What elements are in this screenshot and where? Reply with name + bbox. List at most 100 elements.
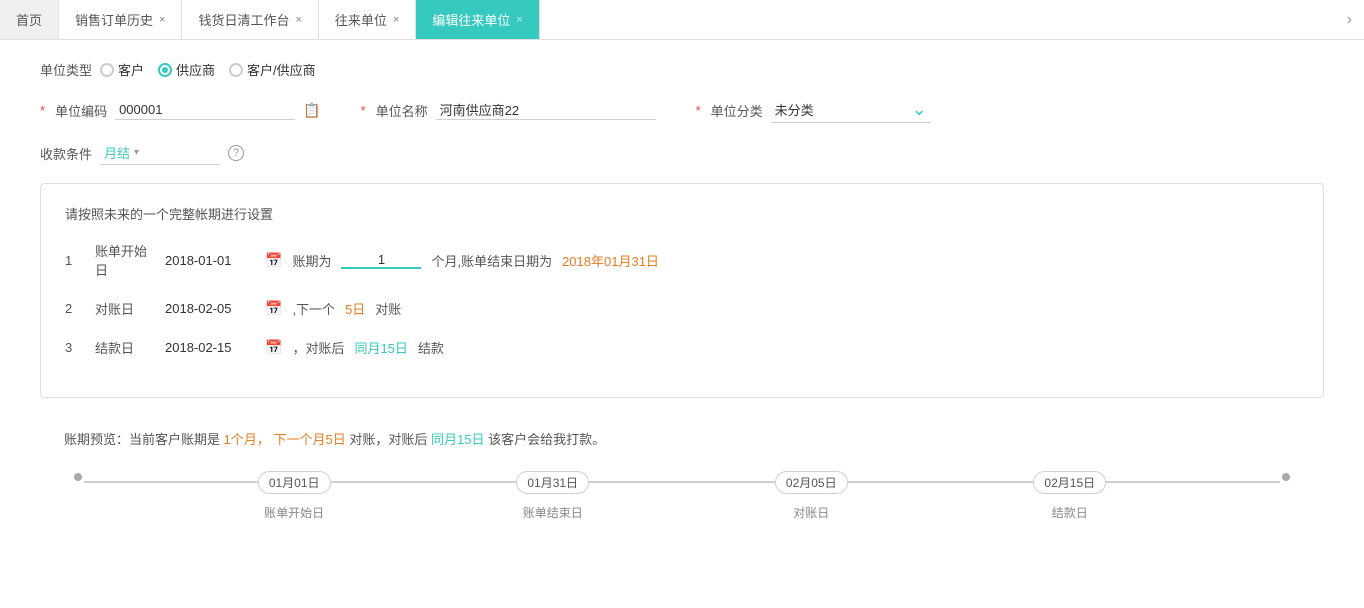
period-num-3: 3: [65, 340, 85, 355]
period-num-2: 2: [65, 301, 85, 316]
tab-sales-history-label: 销售订单历史: [75, 10, 153, 29]
tab-units-label: 往来单位: [335, 10, 387, 29]
end-dot: [1282, 473, 1290, 481]
period-highlight-3: 同月15日: [354, 338, 407, 357]
required-mark-2: *: [361, 103, 366, 118]
radio-both-circle: [229, 63, 243, 77]
calendar-icon-3[interactable]: 📅: [265, 339, 282, 356]
close-icon[interactable]: ×: [295, 14, 301, 26]
period-desc-2a: ,下一个: [292, 299, 335, 318]
unit-code-input[interactable]: [115, 100, 295, 120]
unit-type-label: 单位类型: [40, 60, 92, 79]
unit-type-row: 单位类型 客户 供应商 客户/供应商: [40, 60, 1324, 79]
unit-name-input[interactable]: [436, 100, 656, 120]
payment-select[interactable]: 月结 ▾: [100, 141, 220, 165]
period-row-2: 2 对账日 2018-02-05 📅 ,下一个 5日 对账: [65, 299, 1299, 318]
timeline-point-1: 01月01日 账单开始日: [258, 471, 331, 521]
timeline-point-2: 01月31日 账单结束日: [516, 471, 589, 521]
radio-customer-label: 客户: [118, 60, 144, 79]
radio-both[interactable]: 客户/供应商: [229, 60, 316, 79]
timeline-label-2: 账单结束日: [523, 504, 583, 521]
period-field-1: 账单开始日: [95, 241, 155, 279]
period-date-1: 2018-01-01: [165, 253, 255, 268]
calendar-icon-1[interactable]: 📅: [265, 252, 282, 269]
radio-customer-circle: [100, 63, 114, 77]
tab-home[interactable]: 首页: [0, 0, 59, 39]
preview-text: 账期预览：当前客户账期是 1个月， 下一个月5日 对账，对账后 同月15日 该客…: [64, 428, 1300, 451]
unit-classify-value: 未分类: [775, 100, 906, 119]
preview-part1: 1个月，: [224, 432, 270, 447]
preview-section: 账期预览：当前客户账期是 1个月， 下一个月5日 对账，对账后 同月15日 该客…: [40, 414, 1324, 535]
period-highlight-2: 5日: [345, 299, 365, 318]
timeline-date-3: 02月05日: [775, 471, 848, 494]
unit-code-group: * 单位编码 📋: [40, 100, 321, 120]
copy-icon[interactable]: 📋: [303, 102, 320, 119]
chevron-down-icon-2: ▾: [134, 147, 139, 158]
chevron-down-icon: ⌄: [912, 99, 927, 120]
tab-sales-history[interactable]: 销售订单历史 ×: [59, 0, 182, 39]
close-icon[interactable]: ×: [516, 14, 522, 26]
period-desc-3b: 结款: [418, 338, 444, 357]
month-input[interactable]: [341, 252, 421, 269]
timeline-end-dot: [1282, 471, 1290, 481]
period-box: 请按照未来的一个完整帐期进行设置 1 账单开始日 2018-01-01 📅 账期…: [40, 183, 1324, 398]
required-mark-3: *: [696, 103, 701, 118]
tab-cash-work[interactable]: 钱货日清工作台 ×: [182, 0, 318, 39]
timeline-label-3: 对账日: [793, 504, 829, 521]
tab-home-label: 首页: [16, 10, 42, 29]
payment-value: 月结: [104, 143, 130, 162]
period-date-2: 2018-02-05: [165, 301, 255, 316]
timeline: 01月01日 账单开始日 01月31日 账单结束日 02月05日 对账日 02月…: [64, 471, 1300, 521]
period-title: 请按照未来的一个完整帐期进行设置: [65, 204, 1299, 223]
unit-classify-select[interactable]: 未分类 ⌄: [771, 97, 931, 123]
timeline-date-2: 01月31日: [516, 471, 589, 494]
radio-group: 客户 供应商 客户/供应商: [100, 60, 316, 79]
radio-supplier-label: 供应商: [176, 60, 215, 79]
tab-expand-button[interactable]: ›: [1335, 11, 1364, 29]
unit-classify-group: * 单位分类 未分类 ⌄: [696, 97, 931, 123]
close-icon[interactable]: ×: [159, 14, 165, 26]
help-icon[interactable]: ?: [228, 145, 244, 161]
timeline-point-4: 02月15日 结款日: [1033, 471, 1106, 521]
period-date-3: 2018-02-15: [165, 340, 255, 355]
period-highlight-1: 2018年01月31日: [562, 251, 659, 270]
preview-part5: 该客户会给我打款。: [488, 432, 605, 447]
period-desc-3a: ，对账后: [292, 338, 344, 357]
tab-cash-work-label: 钱货日清工作台: [198, 10, 289, 29]
calendar-icon-2[interactable]: 📅: [265, 300, 282, 317]
timeline-start-dot: [74, 471, 82, 481]
main-content: 单位类型 客户 供应商 客户/供应商 * 单位编码: [0, 40, 1364, 608]
period-num-1: 1: [65, 253, 85, 268]
period-row-1: 1 账单开始日 2018-01-01 📅 账期为 个月,账单结束日期为 2018…: [65, 241, 1299, 279]
unit-code-label: 单位编码: [55, 101, 107, 120]
tab-edit-units-label: 编辑往来单位: [432, 10, 510, 29]
timeline-date-1: 01月01日: [258, 471, 331, 494]
unit-info-row: * 单位编码 📋 * 单位名称 * 单位分类 未分类 ⌄: [40, 97, 1324, 123]
period-separator-1: 账期为: [292, 251, 331, 270]
tab-units[interactable]: 往来单位 ×: [319, 0, 416, 39]
payment-group: 收款条件 月结 ▾ ?: [40, 141, 244, 165]
timeline-label-4: 结款日: [1052, 504, 1088, 521]
start-dot: [74, 473, 82, 481]
close-icon[interactable]: ×: [393, 14, 399, 26]
required-mark: *: [40, 103, 45, 118]
period-row-3: 3 结款日 2018-02-15 📅 ，对账后 同月15日 结款: [65, 338, 1299, 357]
tab-edit-units[interactable]: 编辑往来单位 ×: [416, 0, 539, 39]
period-field-2: 对账日: [95, 299, 155, 318]
preview-part4: 同月15日: [431, 432, 484, 447]
preview-part2: 下一个月5日: [274, 432, 346, 447]
tab-bar: 首页 销售订单历史 × 钱货日清工作台 × 往来单位 × 编辑往来单位 × ›: [0, 0, 1364, 40]
radio-customer[interactable]: 客户: [100, 60, 144, 79]
period-desc-2b: 对账: [375, 299, 401, 318]
timeline-label-1: 账单开始日: [264, 504, 324, 521]
timeline-points: 01月01日 账单开始日 01月31日 账单结束日 02月05日 对账日 02月…: [74, 471, 1290, 521]
payment-row: 收款条件 月结 ▾ ?: [40, 141, 1324, 165]
unit-classify-label: 单位分类: [711, 101, 763, 120]
unit-type-group: 单位类型 客户 供应商 客户/供应商: [40, 60, 316, 79]
period-suffix-1: 个月,账单结束日期为: [431, 251, 552, 270]
timeline-date-4: 02月15日: [1033, 471, 1106, 494]
radio-both-label: 客户/供应商: [247, 60, 316, 79]
radio-supplier[interactable]: 供应商: [158, 60, 215, 79]
preview-part3: 对账，对账后: [349, 432, 427, 447]
unit-name-label: 单位名称: [376, 101, 428, 120]
